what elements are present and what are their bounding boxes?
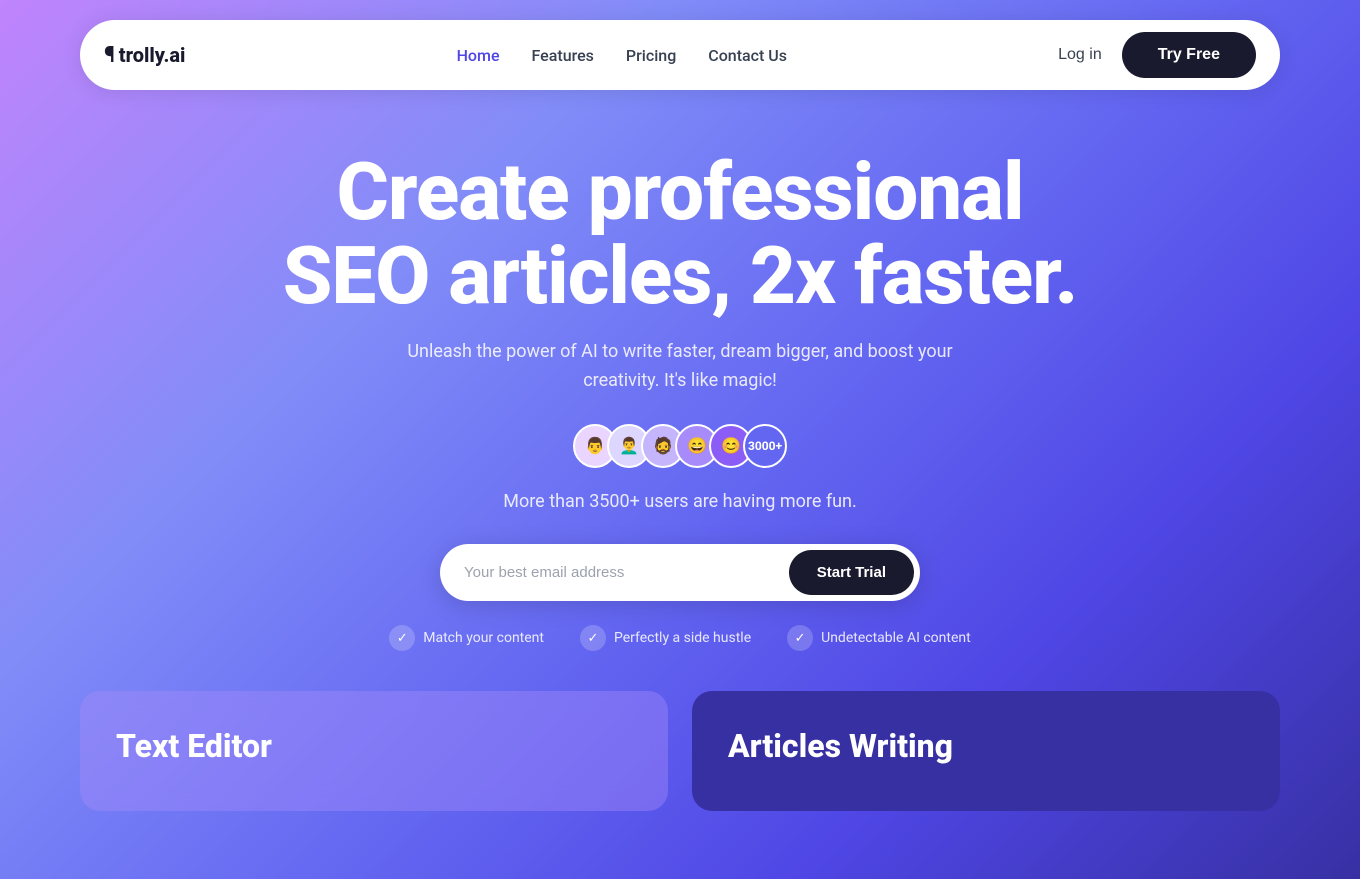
- users-count-text: More than 3500+ users are having more fu…: [0, 488, 1360, 517]
- nav-home[interactable]: Home: [457, 46, 500, 65]
- hero-headline-line1: Create professional: [336, 145, 1023, 239]
- login-button[interactable]: Log in: [1058, 46, 1102, 64]
- card-articles-writing: Articles Writing: [692, 691, 1280, 811]
- logo-icon: ¶: [104, 43, 115, 68]
- hero-section: Create professional SEO articles, 2x fas…: [0, 90, 1360, 651]
- check-icon-1: ✓: [389, 625, 415, 651]
- email-form: Start Trial: [440, 544, 920, 601]
- badge-undetectable: ✓ Undetectable AI content: [787, 625, 971, 651]
- nav-links: Home Features Pricing Contact Us: [457, 46, 787, 65]
- email-input[interactable]: [464, 564, 789, 581]
- try-free-button[interactable]: Try Free: [1122, 32, 1256, 78]
- badge-label-1: Match your content: [423, 630, 544, 646]
- logo[interactable]: ¶ trolly.ai: [104, 43, 185, 68]
- navbar: ¶ trolly.ai Home Features Pricing Contac…: [80, 20, 1280, 90]
- badge-side-hustle: ✓ Perfectly a side hustle: [580, 625, 751, 651]
- badge-match-content: ✓ Match your content: [389, 625, 544, 651]
- start-trial-button[interactable]: Start Trial: [789, 550, 914, 595]
- hero-headline-line2: SEO articles, 2x faster.: [283, 229, 1078, 323]
- nav-right: Log in Try Free: [1058, 32, 1256, 78]
- hero-headline: Create professional SEO articles, 2x fas…: [0, 150, 1360, 318]
- check-icon-2: ✓: [580, 625, 606, 651]
- card-articles-writing-title: Articles Writing: [728, 727, 953, 765]
- check-icon-3: ✓: [787, 625, 813, 651]
- avatar-group: 👨 👨‍🦱 🧔 😄 😊 3000+: [0, 424, 1360, 468]
- bottom-cards: Text Editor Articles Writing: [80, 691, 1280, 811]
- feature-badges: ✓ Match your content ✓ Perfectly a side …: [0, 625, 1360, 651]
- card-text-editor: Text Editor: [80, 691, 668, 811]
- card-text-editor-title: Text Editor: [116, 727, 272, 765]
- hero-subtext: Unleash the power of AI to write faster,…: [0, 338, 1360, 396]
- nav-pricing[interactable]: Pricing: [626, 46, 676, 65]
- badge-label-2: Perfectly a side hustle: [614, 630, 751, 646]
- brand-name: trolly.ai: [119, 43, 186, 67]
- badge-label-3: Undetectable AI content: [821, 630, 971, 646]
- nav-contact[interactable]: Contact Us: [708, 46, 787, 65]
- nav-features[interactable]: Features: [532, 46, 594, 65]
- avatar-count: 3000+: [743, 424, 787, 468]
